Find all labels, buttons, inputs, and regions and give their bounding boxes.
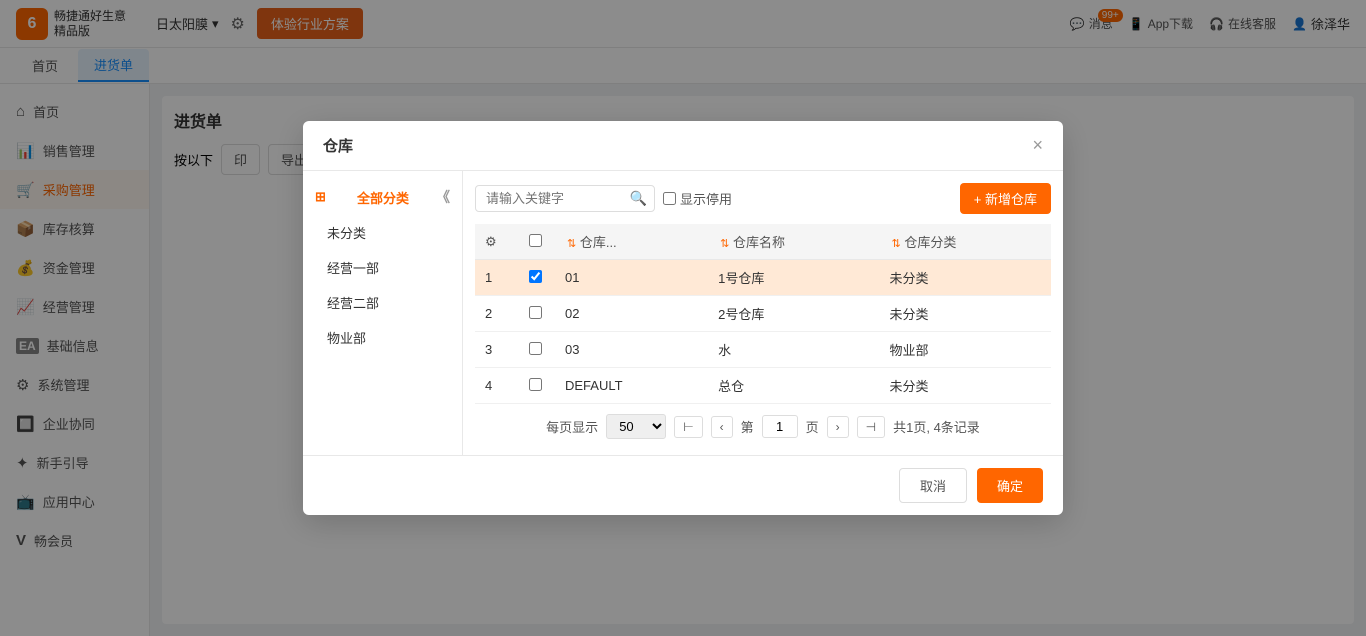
category-item-dept1[interactable]: 经营一部: [303, 250, 462, 285]
row-name-4: 总仓: [708, 368, 879, 404]
sort-icon-name: ⇅: [720, 238, 729, 250]
modal-footer: 取消 确定: [303, 455, 1063, 515]
row-code-3: 03: [555, 332, 708, 368]
modal-body: ⊞ 全部分类 《 未分类 经营一部 经营二部 物业部 🔍: [303, 171, 1063, 455]
row-category-2: 未分类: [880, 296, 1051, 332]
sort-icon-category: ⇅: [892, 238, 901, 250]
table-row[interactable]: 2 02 2号仓库 未分类: [475, 296, 1051, 332]
row-name-3: 水: [708, 332, 879, 368]
grid-icon: ⊞: [315, 189, 326, 205]
modal-title: 仓库: [323, 135, 353, 156]
table-row[interactable]: 3 03 水 物业部: [475, 332, 1051, 368]
last-page-button[interactable]: ⊣: [857, 416, 885, 438]
row-seq-3: 3: [475, 332, 515, 368]
category-all[interactable]: ⊞ 全部分类 《: [303, 179, 462, 215]
per-page-select[interactable]: 50 20 100: [606, 414, 666, 439]
table-row[interactable]: 1 01 1号仓库 未分类: [475, 260, 1051, 296]
row-checkbox-3[interactable]: [515, 332, 555, 368]
warehouse-content-panel: 🔍 显示停用 + 新增仓库: [463, 171, 1063, 455]
page-label: 第: [741, 417, 754, 436]
category-item-dept2[interactable]: 经营二部: [303, 285, 462, 320]
category-item-uncategorized[interactable]: 未分类: [303, 215, 462, 250]
th-code: ⇅ 仓库...: [555, 224, 708, 260]
row-seq-1: 1: [475, 260, 515, 296]
row-seq-2: 2: [475, 296, 515, 332]
category-all-label: 全部分类: [357, 188, 409, 207]
th-category: ⇅ 仓库分类: [880, 224, 1051, 260]
row-checkbox-1[interactable]: [515, 260, 555, 296]
sort-icon-code: ⇅: [567, 238, 576, 250]
row-checkbox-2[interactable]: [515, 296, 555, 332]
modal-overlay: 仓库 × ⊞ 全部分类 《 未分类 经营一部 经营二部 物业部: [0, 0, 1366, 636]
modal-header: 仓库 ×: [303, 121, 1063, 171]
search-icon[interactable]: 🔍: [630, 190, 647, 207]
row-category-1: 未分类: [880, 260, 1051, 296]
table-header-row: ⚙ ⇅ 仓库... ⇅: [475, 224, 1051, 260]
search-input-wrap: 🔍: [475, 185, 655, 212]
row-checkbox-4[interactable]: [515, 368, 555, 404]
row-name-2: 2号仓库: [708, 296, 879, 332]
category-panel: ⊞ 全部分类 《 未分类 经营一部 经营二部 物业部: [303, 171, 463, 455]
warehouse-table-wrap: ⚙ ⇅ 仓库... ⇅: [475, 224, 1051, 404]
page-summary: 共1页, 4条记录: [893, 417, 980, 436]
pagination: 每页显示 50 20 100 ⊢ ‹ 第 页 › ⊣ 共1页, 4条记录: [475, 404, 1051, 443]
cancel-button[interactable]: 取消: [899, 468, 967, 503]
th-name: ⇅ 仓库名称: [708, 224, 879, 260]
per-page-label: 每页显示: [546, 417, 598, 436]
row-code-1: 01: [555, 260, 708, 296]
column-settings-icon[interactable]: ⚙: [485, 234, 497, 249]
search-input[interactable]: [475, 185, 655, 212]
collapse-button[interactable]: 《: [436, 187, 450, 207]
category-item-property[interactable]: 物业部: [303, 320, 462, 355]
add-warehouse-button[interactable]: + 新增仓库: [960, 183, 1051, 214]
row-name-1: 1号仓库: [708, 260, 879, 296]
row-category-3: 物业部: [880, 332, 1051, 368]
th-checkbox: [515, 224, 555, 260]
show-disabled-label[interactable]: 显示停用: [663, 189, 732, 208]
row-category-4: 未分类: [880, 368, 1051, 404]
select-all-checkbox[interactable]: [529, 234, 542, 247]
next-page-button[interactable]: ›: [827, 416, 849, 438]
warehouse-modal: 仓库 × ⊞ 全部分类 《 未分类 经营一部 经营二部 物业部: [303, 121, 1063, 515]
search-box: 🔍 显示停用: [475, 185, 732, 212]
page-suffix: 页: [806, 417, 819, 436]
row-code-4: DEFAULT: [555, 368, 708, 404]
warehouse-table: ⚙ ⇅ 仓库... ⇅: [475, 224, 1051, 404]
page-number-input[interactable]: [762, 415, 798, 438]
th-settings: ⚙: [475, 224, 515, 260]
show-disabled-checkbox[interactable]: [663, 192, 676, 205]
row-seq-4: 4: [475, 368, 515, 404]
modal-close-button[interactable]: ×: [1032, 135, 1043, 156]
prev-page-button[interactable]: ‹: [711, 416, 733, 438]
first-page-button[interactable]: ⊢: [674, 416, 702, 438]
table-row[interactable]: 4 DEFAULT 总仓 未分类: [475, 368, 1051, 404]
confirm-button[interactable]: 确定: [977, 468, 1043, 503]
table-toolbar: 🔍 显示停用 + 新增仓库: [475, 183, 1051, 214]
row-code-2: 02: [555, 296, 708, 332]
